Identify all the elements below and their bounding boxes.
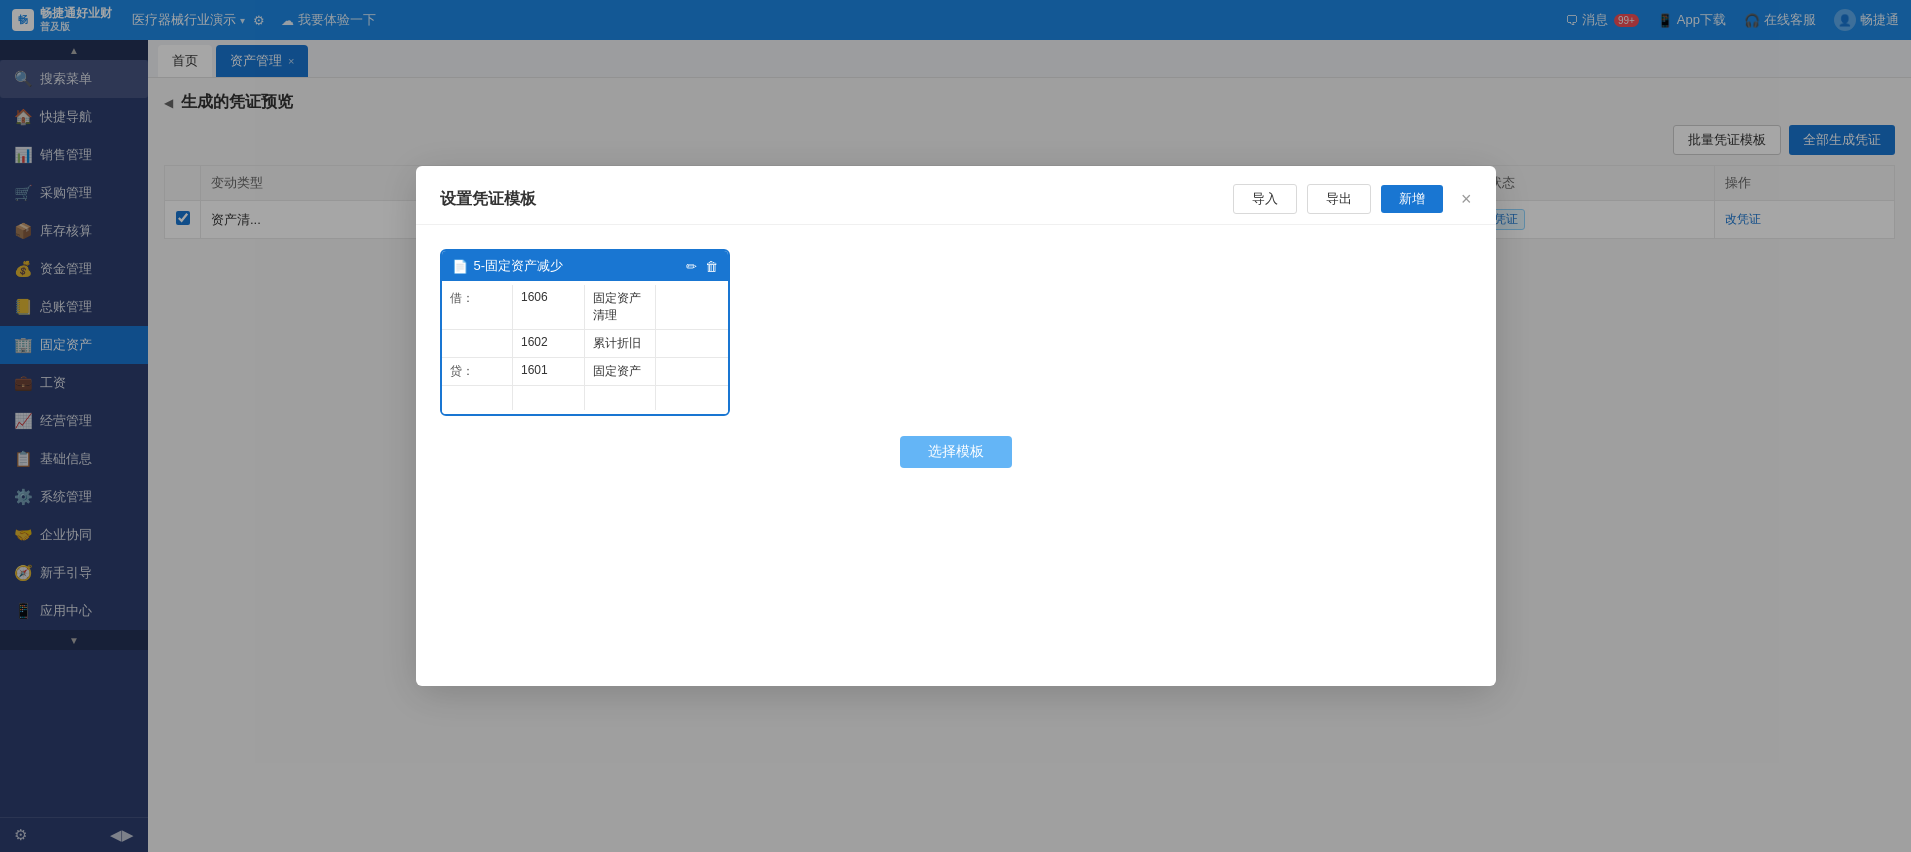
row1-amount — [656, 285, 728, 329]
row1-code: 1606 — [513, 285, 585, 329]
row3-name: 固定资产 — [585, 358, 657, 385]
template-card-header: 📄 5-固定资产减少 ✏ 🗑 — [442, 251, 728, 281]
row3-code: 1601 — [513, 358, 585, 385]
row4-name — [585, 386, 657, 410]
template-card-header-left: 📄 5-固定资产减少 — [452, 257, 564, 275]
document-icon: 📄 — [452, 259, 468, 274]
template-card-body: 借： 1606 固定资产清理 1602 累计折旧 贷： — [442, 281, 728, 414]
row4-amount — [656, 386, 728, 410]
close-icon[interactable]: × — [1461, 190, 1472, 208]
template-row-1: 借： 1606 固定资产清理 — [442, 285, 728, 330]
template-row-4 — [442, 386, 728, 410]
import-button[interactable]: 导入 — [1233, 184, 1297, 214]
row4-code — [513, 386, 585, 410]
template-row-2: 1602 累计折旧 — [442, 330, 728, 358]
row2-amount — [656, 330, 728, 357]
row1-type: 借： — [442, 285, 514, 329]
row4-type — [442, 386, 514, 410]
dialog: 设置凭证模板 导入 导出 新增 × 📄 5-固定资产减少 ✏ � — [416, 166, 1496, 686]
delete-icon[interactable]: 🗑 — [705, 259, 718, 274]
row2-name: 累计折旧 — [585, 330, 657, 357]
row1-name: 固定资产清理 — [585, 285, 657, 329]
dialog-title: 设置凭证模板 — [440, 189, 536, 210]
row3-amount — [656, 358, 728, 385]
export-button[interactable]: 导出 — [1307, 184, 1371, 214]
new-button[interactable]: 新增 — [1381, 185, 1443, 213]
row2-code: 1602 — [513, 330, 585, 357]
row3-type: 贷： — [442, 358, 514, 385]
dialog-header: 设置凭证模板 导入 导出 新增 × — [416, 166, 1496, 225]
template-card-header-actions: ✏ 🗑 — [686, 259, 718, 274]
row2-type — [442, 330, 514, 357]
dialog-body: 📄 5-固定资产减少 ✏ 🗑 借： 1606 固定资产清理 — [416, 225, 1496, 686]
dialog-overlay: 设置凭证模板 导入 导出 新增 × 📄 5-固定资产减少 ✏ � — [0, 0, 1911, 852]
edit-icon[interactable]: ✏ — [686, 259, 697, 274]
template-row-3: 贷： 1601 固定资产 — [442, 358, 728, 386]
dialog-header-actions: 导入 导出 新增 × — [1233, 184, 1472, 214]
template-name: 5-固定资产减少 — [474, 257, 564, 275]
select-template-button[interactable]: 选择模板 — [900, 436, 1012, 468]
template-card: 📄 5-固定资产减少 ✏ 🗑 借： 1606 固定资产清理 — [440, 249, 730, 416]
